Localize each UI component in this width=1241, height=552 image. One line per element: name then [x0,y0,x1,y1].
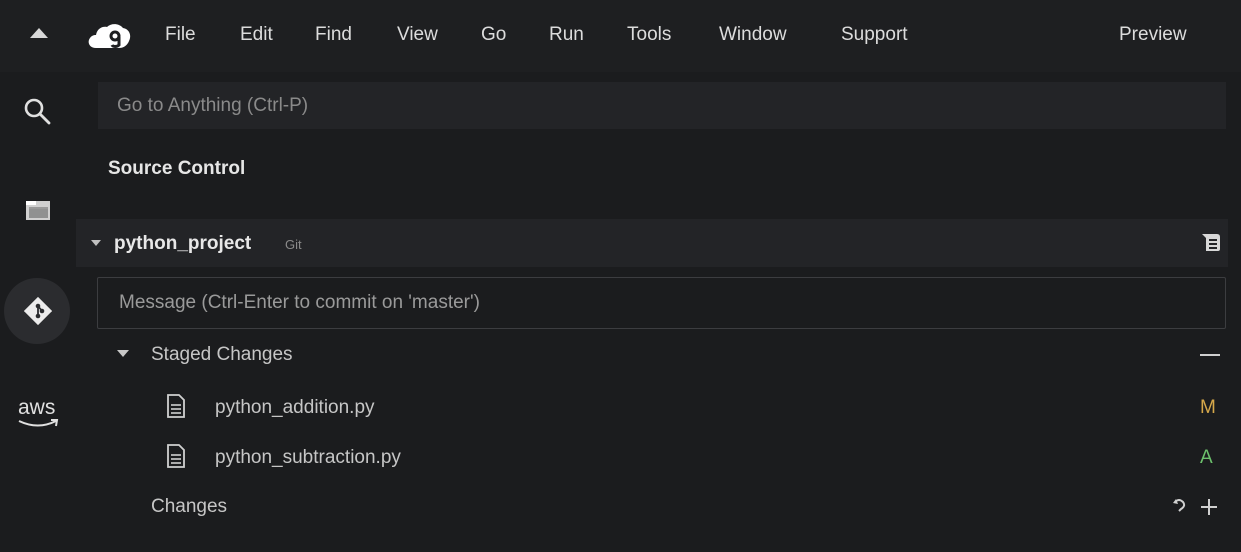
menu-run[interactable]: Run [549,23,584,47]
menu-go[interactable]: Go [481,23,506,47]
plus-icon[interactable] [1198,496,1220,518]
chevron-down-icon[interactable] [116,349,130,359]
menu-edit[interactable]: Edit [240,23,273,47]
folder-icon[interactable] [24,198,52,222]
staged-changes-label: Staged Changes [151,344,293,365]
list-menu-icon[interactable] [1200,232,1222,252]
panel-title: Source Control [108,158,246,179]
cloud9-logo[interactable] [86,20,132,52]
file-status-badge: A [1200,447,1213,468]
file-icon [167,394,185,418]
repository-name: python_project [114,233,252,254]
go-to-anything-input[interactable]: Go to Anything (Ctrl-P) [98,82,1226,129]
discard-icon[interactable] [1170,496,1188,518]
file-name: python_addition.py [215,397,375,418]
git-icon [24,296,52,326]
changes-label: Changes [151,496,228,517]
menu-file[interactable]: File [165,23,196,47]
file-name: python_subtraction.py [215,447,401,468]
menu-window[interactable]: Window [719,23,787,47]
file-status-badge: M [1200,397,1216,418]
repository-header[interactable]: python_project Git [76,219,1228,267]
triangle-up-icon[interactable] [30,28,48,38]
list-item[interactable]: python_addition.py M [0,383,1241,433]
menu-find[interactable]: Find [315,23,352,47]
commit-message-input[interactable]: Message (Ctrl-Enter to commit on 'master… [97,277,1226,329]
menu-tools[interactable]: Tools [627,23,671,47]
menu-support[interactable]: Support [841,23,908,47]
unstage-all-icon[interactable] [1200,354,1220,356]
list-item[interactable]: python_subtraction.py A [0,433,1241,483]
changes-group[interactable]: Changes [0,484,1241,530]
menu-bar: File Edit Find View Go Run Tools Window … [0,0,1241,72]
menu-view[interactable]: View [397,23,438,47]
repository-vcs: Git [285,237,302,252]
search-icon[interactable] [22,96,52,126]
caret-down-icon[interactable] [91,240,101,246]
staged-changes-group[interactable]: Staged Changes [0,332,1241,378]
preview-button[interactable]: Preview [1119,23,1187,47]
file-icon [167,444,185,468]
